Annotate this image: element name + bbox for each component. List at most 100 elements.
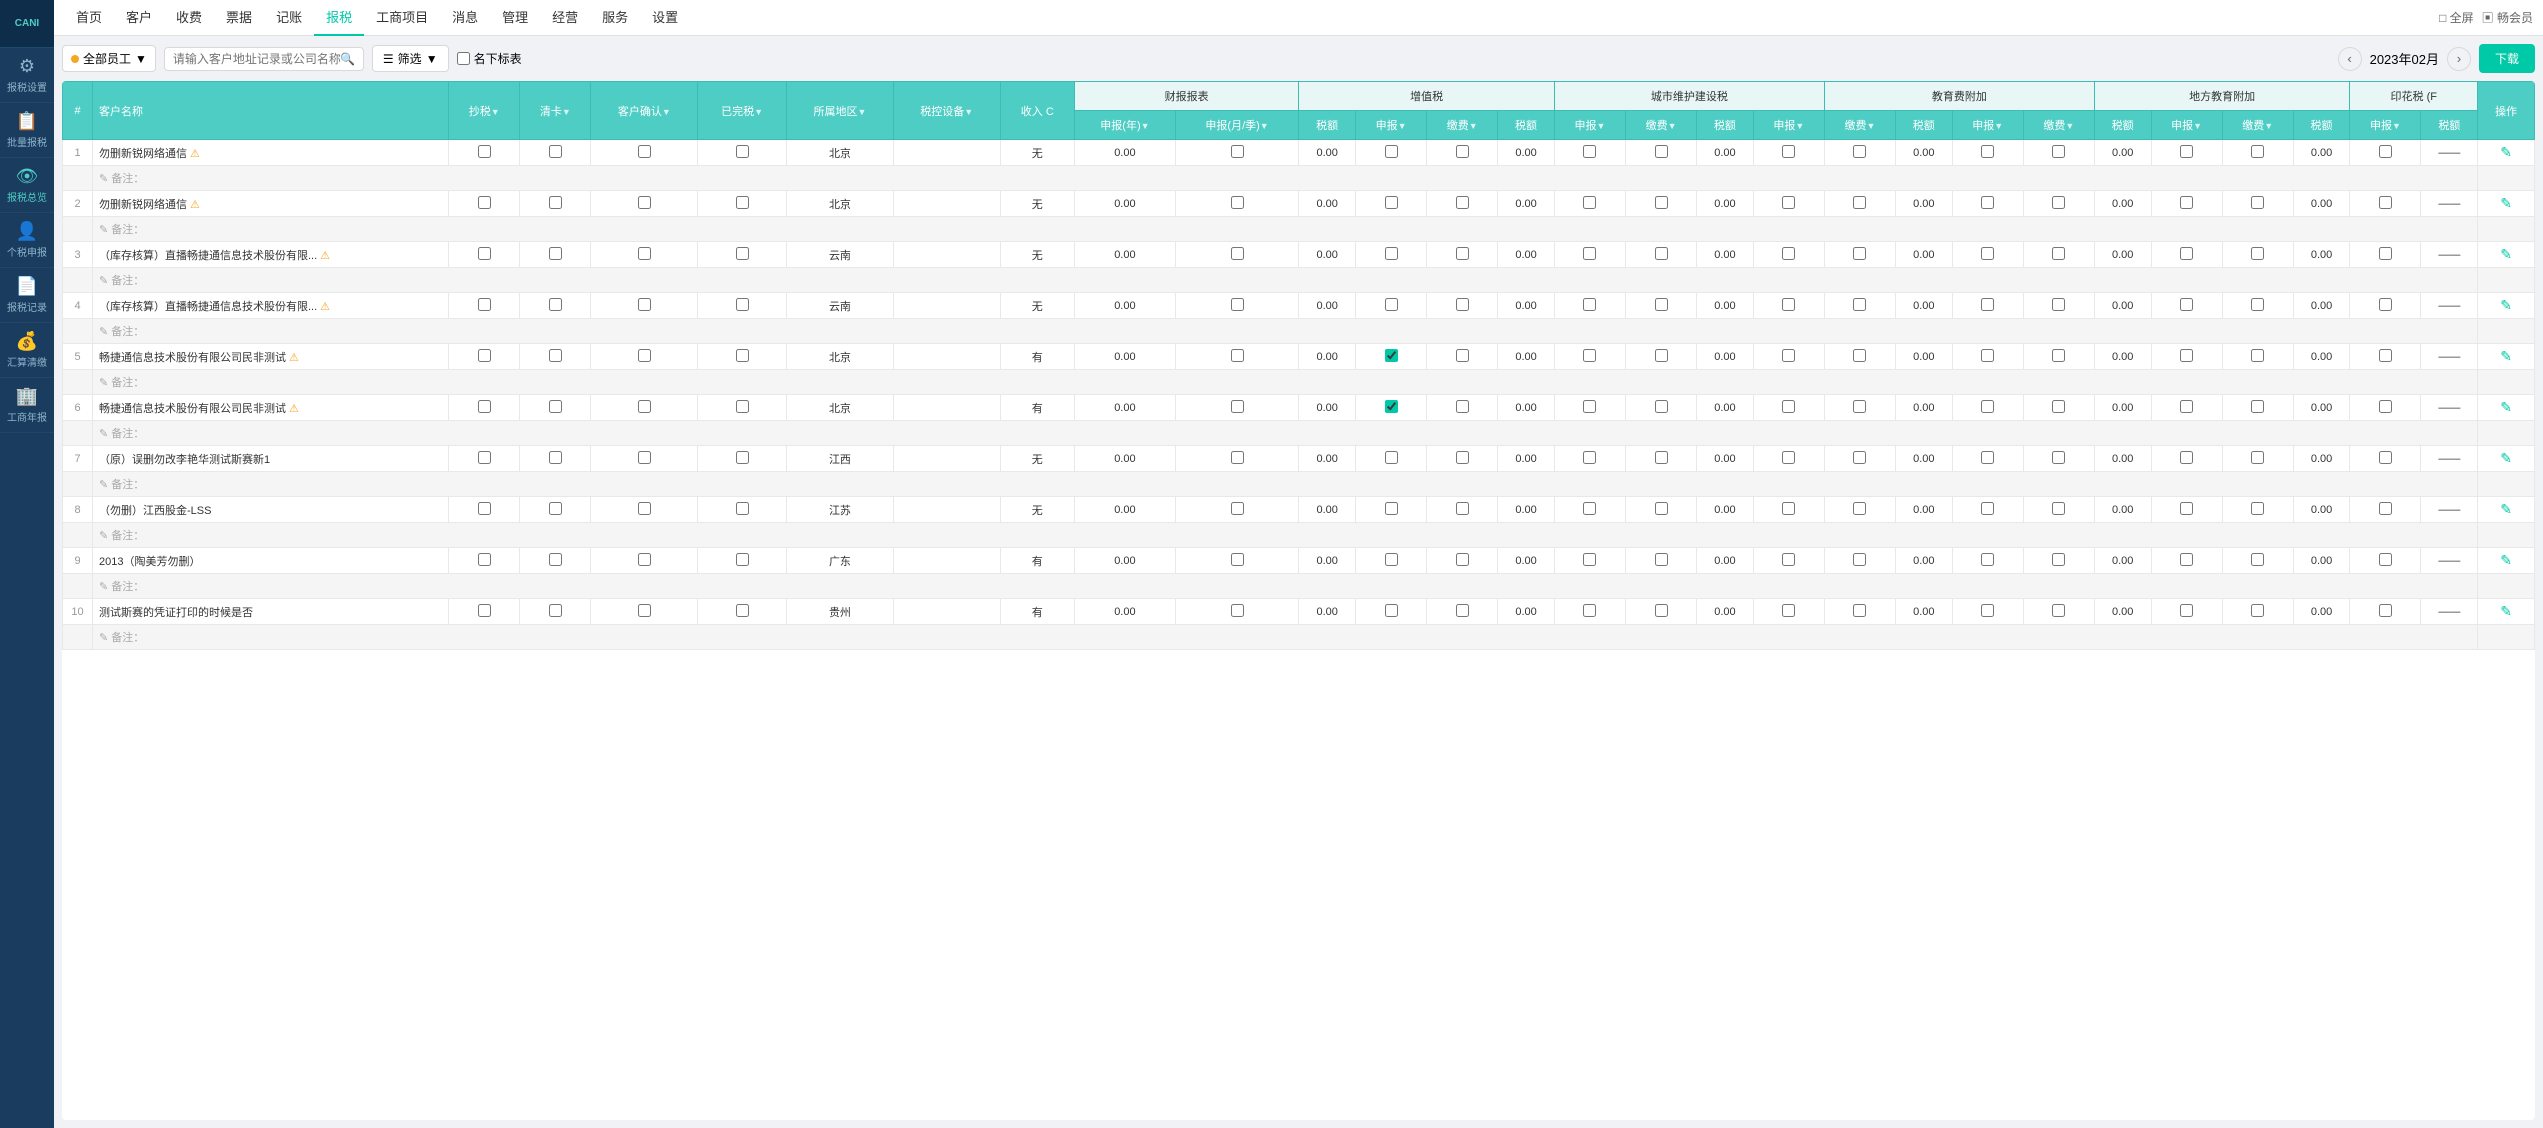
yiwanshui-checkbox[interactable] bbox=[736, 604, 749, 617]
qingka-checkbox[interactable] bbox=[549, 349, 562, 362]
jy-shenbao2-cb[interactable] bbox=[1981, 451, 1994, 464]
yiwanshui-checkbox[interactable] bbox=[736, 553, 749, 566]
queren-cell[interactable] bbox=[591, 599, 698, 625]
cs-shenbao2-cb[interactable] bbox=[1782, 451, 1795, 464]
jy-shenbao2-cb[interactable] bbox=[1981, 502, 1994, 515]
zz-jiaofei[interactable] bbox=[1427, 293, 1498, 319]
caibao-sub1-cb[interactable] bbox=[1231, 247, 1244, 260]
jy-shenbao[interactable] bbox=[1824, 140, 1895, 166]
mingxia-checkbox[interactable] bbox=[457, 52, 470, 65]
nav-fuwu[interactable]: 服务 bbox=[590, 0, 640, 36]
jy-shenbao2[interactable] bbox=[1952, 140, 2023, 166]
caozuo-cell[interactable]: ✎ bbox=[2478, 395, 2535, 421]
edit-icon[interactable]: ✎ bbox=[2500, 246, 2512, 262]
jy-jiaofei[interactable] bbox=[2023, 344, 2094, 370]
jy-shenbao2-cb[interactable] bbox=[1981, 553, 1994, 566]
yh-shenbao-cb[interactable] bbox=[2379, 298, 2392, 311]
qingka-cell[interactable] bbox=[520, 293, 591, 319]
qingka-checkbox[interactable] bbox=[549, 247, 562, 260]
cs-shenbao-cb[interactable] bbox=[1583, 349, 1596, 362]
cs-jiaofei-cb[interactable] bbox=[1655, 502, 1668, 515]
cs-shenbao2-cb[interactable] bbox=[1782, 502, 1795, 515]
zz-shenbao-cb[interactable] bbox=[1385, 604, 1398, 617]
jy-shenbao-cb[interactable] bbox=[1853, 196, 1866, 209]
nav-jingying[interactable]: 经营 bbox=[540, 0, 590, 36]
remark-text[interactable]: ✎ 备注： bbox=[93, 217, 2478, 242]
jy-jiaofei-cb[interactable] bbox=[2052, 247, 2065, 260]
chaoshui-checkbox[interactable] bbox=[478, 349, 491, 362]
yh-shenbao[interactable] bbox=[2350, 293, 2421, 319]
client-name[interactable]: 勿删新锐网络通信⚠ bbox=[93, 191, 449, 217]
zz-jiaofei[interactable] bbox=[1427, 242, 1498, 268]
df-jiaofei[interactable] bbox=[2222, 140, 2293, 166]
yh-shenbao-cb[interactable] bbox=[2379, 349, 2392, 362]
zz-shenbao-cb[interactable] bbox=[1385, 553, 1398, 566]
zz-jiaofei[interactable] bbox=[1427, 140, 1498, 166]
chaoshui-cell[interactable] bbox=[449, 191, 520, 217]
caozuo-cell[interactable]: ✎ bbox=[2478, 446, 2535, 472]
caibao-sub1-cb[interactable] bbox=[1231, 145, 1244, 158]
zz-shenbao-cb[interactable] bbox=[1385, 502, 1398, 515]
queren-cell[interactable] bbox=[591, 191, 698, 217]
df-jiaofei-cb[interactable] bbox=[2251, 196, 2264, 209]
th-caibao-nian[interactable]: 申报(年)▼ bbox=[1075, 111, 1176, 140]
client-name[interactable]: 勿删新锐网络通信⚠ bbox=[93, 140, 449, 166]
df-shenbao-cb[interactable] bbox=[2180, 553, 2193, 566]
cs-shenbao2-cb[interactable] bbox=[1782, 196, 1795, 209]
cs-shenbao[interactable] bbox=[1554, 344, 1625, 370]
zz-shenbao[interactable] bbox=[1356, 395, 1427, 421]
zz-shenbao-cb[interactable] bbox=[1385, 400, 1398, 413]
zz-shenbao[interactable] bbox=[1356, 191, 1427, 217]
yh-shenbao-cb[interactable] bbox=[2379, 553, 2392, 566]
caibao-sub1-cb[interactable] bbox=[1231, 451, 1244, 464]
th-queren[interactable]: 客户确认▼ bbox=[591, 82, 698, 140]
yiwanshui-cell[interactable] bbox=[698, 548, 787, 574]
caozuo-cell[interactable]: ✎ bbox=[2478, 242, 2535, 268]
yiwanshui-cell[interactable] bbox=[698, 191, 787, 217]
th-shouru[interactable]: 收入 C bbox=[1000, 82, 1074, 140]
qingka-cell[interactable] bbox=[520, 497, 591, 523]
prev-month-btn[interactable]: ‹ bbox=[2338, 47, 2362, 71]
zz-shenbao[interactable] bbox=[1356, 548, 1427, 574]
caibao-sub1[interactable] bbox=[1175, 344, 1299, 370]
jy-jiaofei-cb[interactable] bbox=[2052, 145, 2065, 158]
qingka-checkbox[interactable] bbox=[549, 502, 562, 515]
cs-jiaofei-cb[interactable] bbox=[1655, 400, 1668, 413]
cs-shenbao2[interactable] bbox=[1753, 548, 1824, 574]
queren-checkbox[interactable] bbox=[638, 247, 651, 260]
yh-shenbao[interactable] bbox=[2350, 344, 2421, 370]
cs-jiaofei-cb[interactable] bbox=[1655, 247, 1668, 260]
df-jiaofei-cb[interactable] bbox=[2251, 247, 2264, 260]
zz-jiaofei-cb[interactable] bbox=[1456, 400, 1469, 413]
zz-shenbao-cb[interactable] bbox=[1385, 298, 1398, 311]
remark-text[interactable]: ✎ 备注： bbox=[93, 370, 2478, 395]
jy-shenbao2-cb[interactable] bbox=[1981, 400, 1994, 413]
nav-xiaoxi[interactable]: 消息 bbox=[440, 0, 490, 36]
cs-jiaofei-cb[interactable] bbox=[1655, 553, 1668, 566]
qingka-cell[interactable] bbox=[520, 446, 591, 472]
jy-shenbao-cb[interactable] bbox=[1853, 247, 1866, 260]
jy-jiaofei[interactable] bbox=[2023, 191, 2094, 217]
queren-checkbox[interactable] bbox=[638, 502, 651, 515]
queren-cell[interactable] bbox=[591, 140, 698, 166]
chaoshui-cell[interactable] bbox=[449, 344, 520, 370]
jy-shenbao-cb[interactable] bbox=[1853, 502, 1866, 515]
cs-shenbao2-cb[interactable] bbox=[1782, 349, 1795, 362]
cs-shenbao2[interactable] bbox=[1753, 344, 1824, 370]
jy-jiaofei-cb[interactable] bbox=[2052, 502, 2065, 515]
caibao-sub1-cb[interactable] bbox=[1231, 553, 1244, 566]
cs-jiaofei[interactable] bbox=[1625, 140, 1696, 166]
mingxia-biaobiao-label[interactable]: 名下标表 bbox=[457, 50, 522, 67]
sidebar-item-geshui-shenbao[interactable]: 👤 个税申报 bbox=[0, 213, 54, 268]
jy-shenbao-cb[interactable] bbox=[1853, 553, 1866, 566]
yiwanshui-checkbox[interactable] bbox=[736, 349, 749, 362]
cs-jiaofei[interactable] bbox=[1625, 548, 1696, 574]
caozuo-cell[interactable]: ✎ bbox=[2478, 497, 2535, 523]
zz-shenbao[interactable] bbox=[1356, 497, 1427, 523]
yiwanshui-cell[interactable] bbox=[698, 242, 787, 268]
th-qingka[interactable]: 清卡▼ bbox=[520, 82, 591, 140]
cs-shenbao-cb[interactable] bbox=[1583, 502, 1596, 515]
df-jiaofei[interactable] bbox=[2222, 497, 2293, 523]
filter-button[interactable]: ☰ 筛选 ▼ bbox=[372, 45, 449, 72]
cs-jiaofei-cb[interactable] bbox=[1655, 451, 1668, 464]
